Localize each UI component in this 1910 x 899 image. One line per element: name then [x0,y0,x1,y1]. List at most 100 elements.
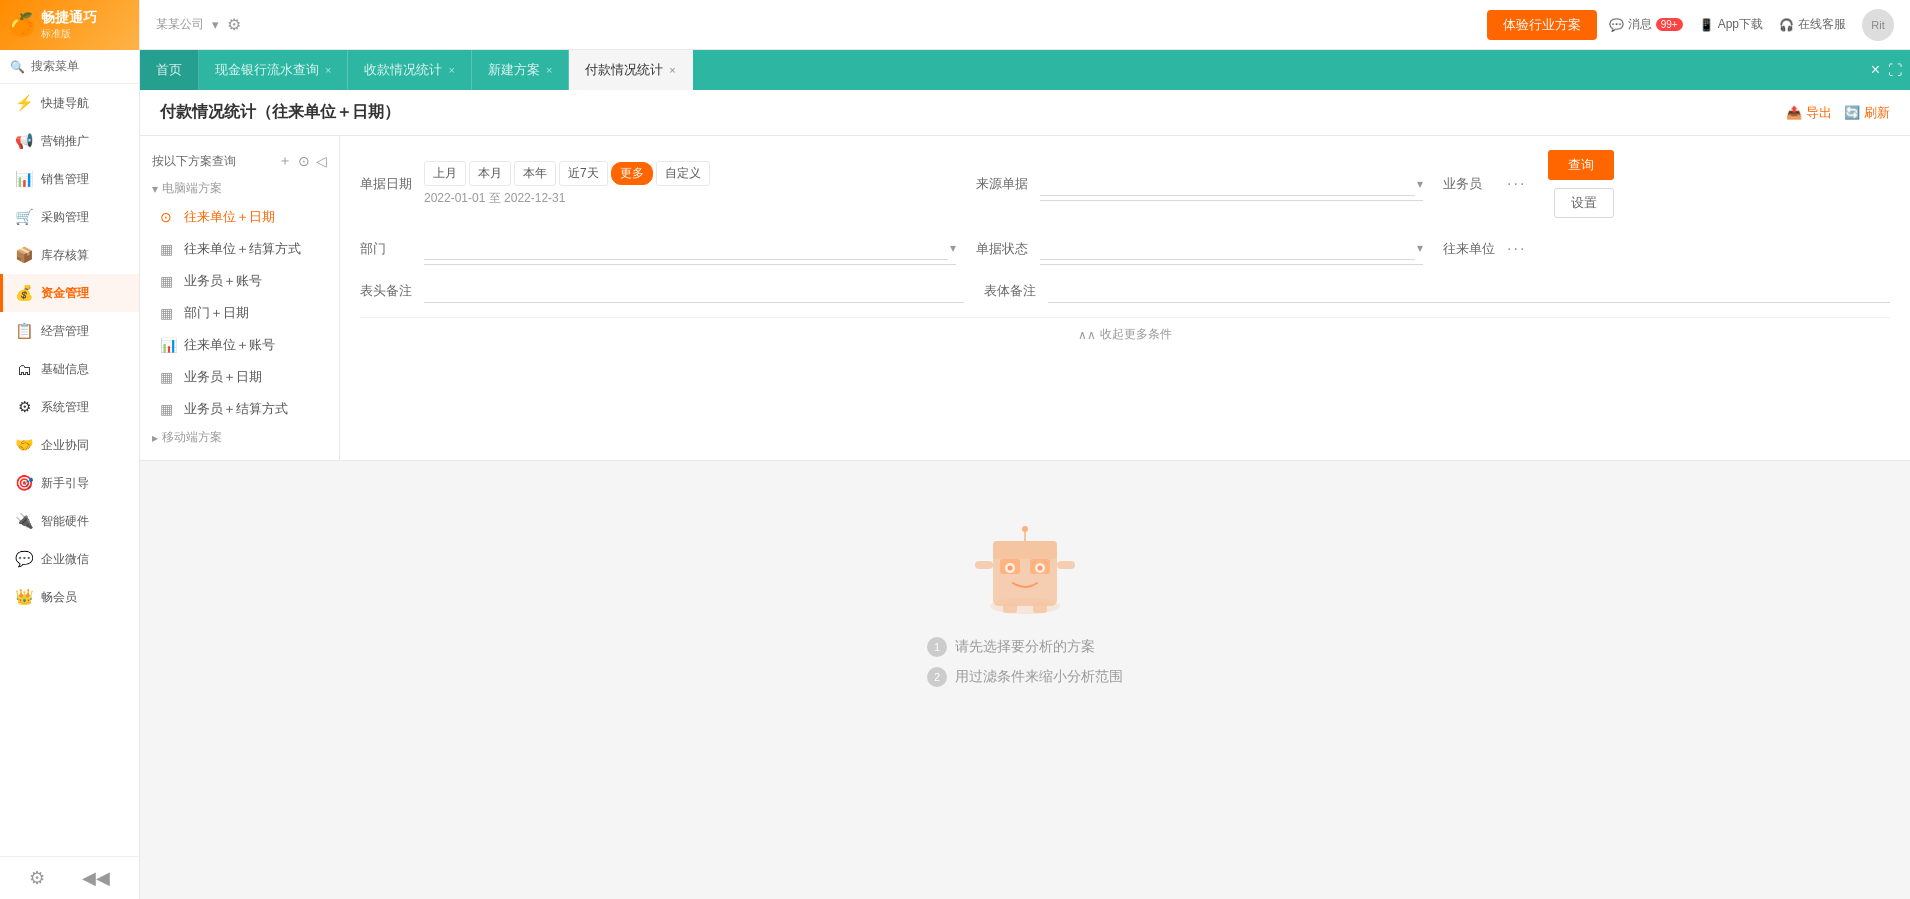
query-button[interactable]: 查询 [1548,150,1614,180]
filter-row-3: 表头备注 表体备注 [360,279,1890,303]
collapse-bar[interactable]: ∧∧ 收起更多条件 [360,317,1890,351]
tab-new-scheme[interactable]: 新建方案 × [472,50,569,90]
filter-group-salesman: 业务员 ··· 查询 设置 [1443,150,1890,218]
scheme-panel-header: 按以下方案查询 ＋ ⊙ ◁ [140,146,339,176]
app-download-btn[interactable]: 📱 App下载 [1699,16,1763,33]
salesman-label: 业务员 [1443,175,1499,193]
enterprise-icon: 🤝 [15,436,33,454]
scheme-item-salesman-account[interactable]: ▦ 业务员＋账号 [140,265,339,297]
refresh-label: 刷新 [1864,104,1890,122]
tab-pay-stats-label: 付款情况统计 [585,61,663,79]
scheme-settings-icon[interactable]: ⊙ [298,153,310,169]
source-select-wrap[interactable]: ▾ [1040,168,1423,201]
tab-pay-stats-close[interactable]: × [669,64,675,76]
chevron-right-icon: ▸ [152,431,158,445]
messages-btn[interactable]: 💬 消息 99+ [1609,16,1683,33]
tab-payment-stats-close[interactable]: × [448,64,454,76]
capital-icon: 💰 [15,284,33,302]
collapse-button[interactable]: ∧∧ 收起更多条件 [1078,326,1172,343]
date-btn-7days[interactable]: 近7天 [559,161,608,186]
sidebar-item-sales[interactable]: 📊 销售管理 [0,160,139,198]
quick-nav-icon: ⚡ [15,94,33,112]
scheme-desktop-section[interactable]: ▾ 电脑端方案 [140,176,339,201]
chevron-up-icon: ∧∧ [1078,328,1096,342]
app-name: 畅捷通巧 [41,9,97,27]
header-note-input[interactable] [424,279,964,303]
phone-icon: 📱 [1699,18,1714,32]
settings-footer-icon[interactable]: ⚙ [29,867,45,889]
tab-bank-flow[interactable]: 现金银行流水查询 × [199,50,348,90]
date-btn-this-month[interactable]: 本月 [469,161,511,186]
scheme-item-partner-date[interactable]: ⊙ 往来单位＋日期 [140,201,339,233]
sidebar-search[interactable]: 🔍 搜索菜单 [0,50,139,84]
scheme-grid-icon4: ▦ [160,369,178,385]
scheme-collapse-icon[interactable]: ◁ [316,153,327,169]
scheme-item-salesman-date[interactable]: ▦ 业务员＋日期 [140,361,339,393]
topbar-dropdown-icon[interactable]: ▾ [212,17,219,32]
dept-select[interactable] [424,236,948,260]
sidebar-item-basic-info[interactable]: 🗂 基础信息 [0,350,139,388]
trial-button[interactable]: 体验行业方案 [1487,10,1597,40]
app-download-label: App下载 [1718,16,1763,33]
tab-new-scheme-close[interactable]: × [546,64,552,76]
date-btn-more[interactable]: 更多 [611,162,653,185]
scheme-mobile-section[interactable]: ▸ 移动端方案 [140,425,339,450]
tab-payment-stats[interactable]: 收款情况统计 × [348,50,471,90]
user-avatar[interactable]: Rit [1862,9,1894,41]
sidebar-item-system[interactable]: ⚙ 系统管理 [0,388,139,426]
sidebar-item-capital[interactable]: 💰 资金管理 [0,274,139,312]
dept-arrow-icon: ▾ [950,241,956,255]
collapse-sidebar-icon[interactable]: ◀◀ [82,867,110,889]
sidebar-item-enterprise[interactable]: 🤝 企业协同 [0,426,139,464]
filter-group-doc-status: 单据状态 ▾ [976,232,1423,265]
date-btn-last-month[interactable]: 上月 [424,161,466,186]
filter-group-dept: 部门 ▾ [360,232,956,265]
body-note-label: 表体备注 [984,282,1040,300]
scheme-active-icon: ⊙ [160,209,178,225]
online-service-btn[interactable]: 🎧 在线客服 [1779,16,1846,33]
date-options: 上月 本月 本年 近7天 更多 自定义 [424,161,710,186]
refresh-button[interactable]: 🔄 刷新 [1844,104,1890,122]
tab-close-all-icon[interactable]: × [1871,61,1880,79]
topbar-settings-icon[interactable]: ⚙ [227,15,241,34]
sidebar-item-member[interactable]: 👑 畅会员 [0,578,139,616]
sidebar-item-quick-nav[interactable]: ⚡ 快捷导航 [0,84,139,122]
sidebar-header: 🍊 畅捷通巧 标准版 [0,0,139,50]
dept-select-wrap[interactable]: ▾ [424,232,956,265]
export-button[interactable]: 📤 导出 [1786,104,1832,122]
scheme-item-partner-account[interactable]: 📊 往来单位＋账号 [140,329,339,361]
source-select[interactable] [1040,172,1415,196]
scheme-item-partner-settlement[interactable]: ▦ 往来单位＋结算方式 [140,233,339,265]
scheme-add-icon[interactable]: ＋ [278,152,292,170]
sidebar-item-weixin[interactable]: 💬 企业微信 [0,540,139,578]
sidebar-item-marketing[interactable]: 📢 营销推广 [0,122,139,160]
scheme-grid-icon: ▦ [160,241,178,257]
sidebar-item-operations[interactable]: 📋 经营管理 [0,312,139,350]
operations-icon: 📋 [15,322,33,340]
marketing-icon: 📢 [15,132,33,150]
svg-rect-14 [1033,603,1047,613]
sidebar-item-hardware[interactable]: 🔌 智能硬件 [0,502,139,540]
settings-button[interactable]: 设置 [1554,188,1614,218]
body-note-input[interactable] [1048,279,1890,303]
scheme-item-salesman-settlement[interactable]: ▦ 业务员＋结算方式 [140,393,339,425]
tab-bank-flow-close[interactable]: × [325,64,331,76]
date-label: 单据日期 [360,175,416,193]
svg-point-10 [1022,526,1028,532]
doc-status-select-wrap[interactable]: ▾ [1040,232,1423,265]
tabbar-controls: × ⛶ [1863,50,1910,90]
sidebar-item-guide[interactable]: 🎯 新手引导 [0,464,139,502]
partner-dots[interactable]: ··· [1507,240,1526,258]
tab-home[interactable]: 首页 [140,50,199,90]
doc-status-select[interactable] [1040,236,1415,260]
tab-pay-stats[interactable]: 付款情况统计 × [569,50,692,90]
tab-maximize-icon[interactable]: ⛶ [1888,62,1902,78]
sidebar-item-label: 新手引导 [41,475,89,492]
sidebar-item-inventory[interactable]: 📦 库存核算 [0,236,139,274]
sidebar-item-purchase[interactable]: 🛒 采购管理 [0,198,139,236]
scheme-item-dept-date[interactable]: ▦ 部门＋日期 [140,297,339,329]
scheme-grid-icon3: ▦ [160,305,178,321]
date-btn-this-year[interactable]: 本年 [514,161,556,186]
date-btn-custom[interactable]: 自定义 [656,161,710,186]
salesman-dots[interactable]: ··· [1507,175,1526,193]
